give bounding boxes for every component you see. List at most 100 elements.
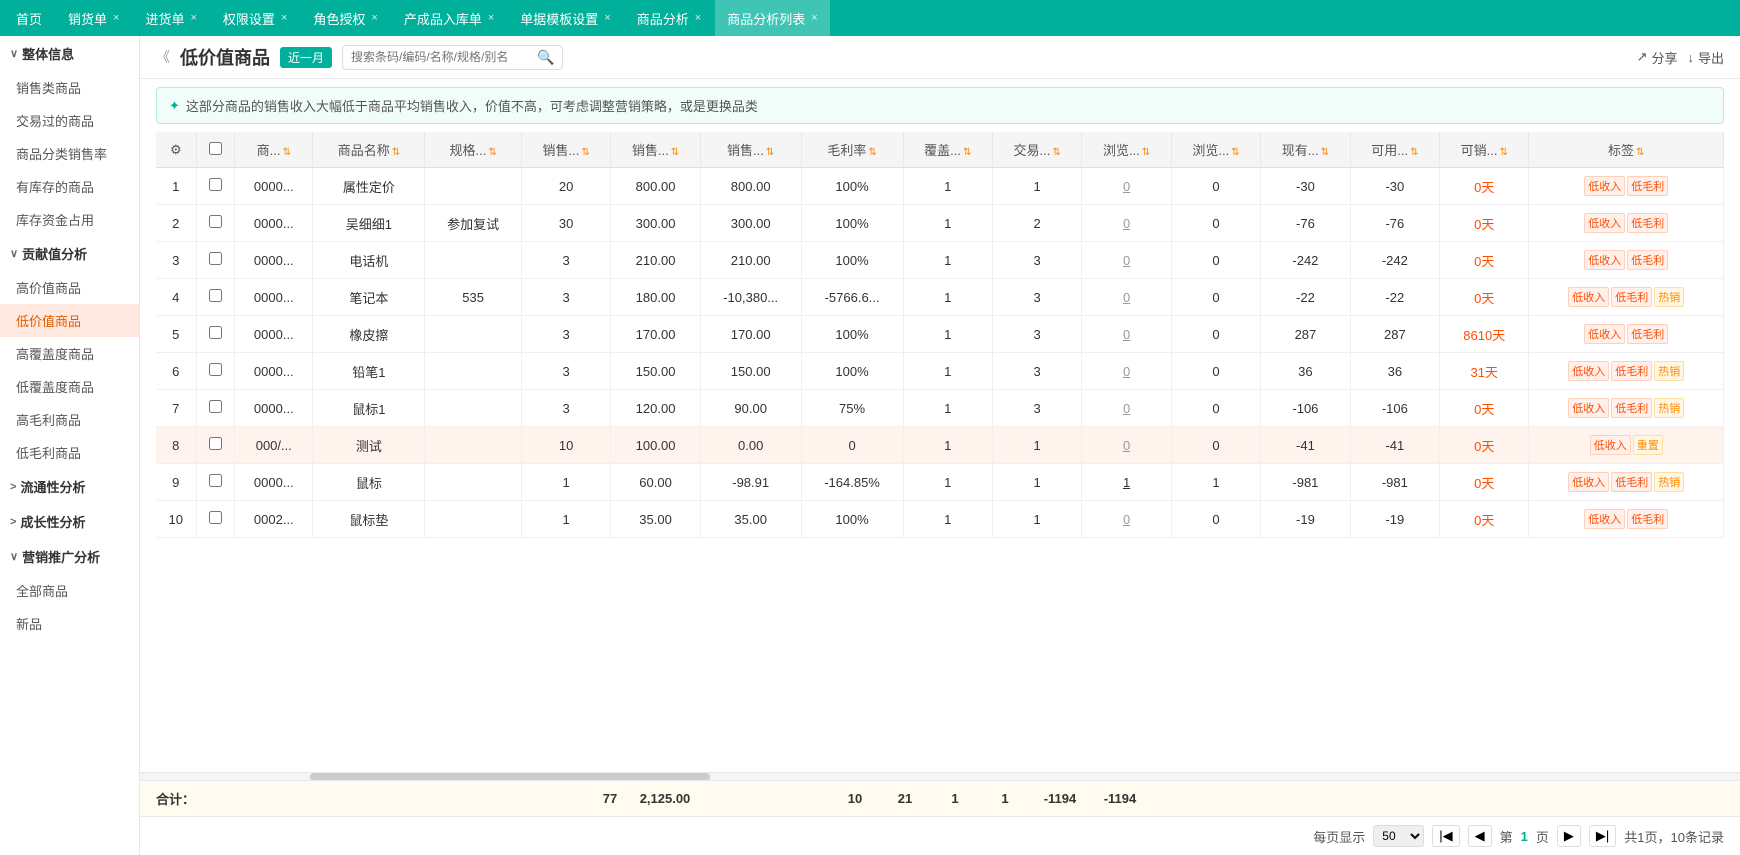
product-name: 电话机 (313, 242, 425, 279)
nav-item-首页[interactable]: 首页 (4, 0, 54, 36)
view-link[interactable]: 0 (1123, 216, 1130, 231)
nav-close-icon[interactable]: × (695, 12, 701, 24)
sidebar-item-商品分类销售率[interactable]: 商品分类销售率 (0, 137, 139, 170)
nav-close-icon[interactable]: × (811, 12, 817, 24)
sidebar-item-低价值商品[interactable]: 低价值商品 (0, 304, 139, 337)
search-input[interactable] (351, 50, 531, 64)
col-header-sellable[interactable]: 可销...⇅ (1440, 132, 1529, 168)
sellable-days: 0天 (1440, 205, 1529, 242)
nav-item-角色授权[interactable]: 角色授权× (301, 0, 389, 36)
nav-item-产成品入库单[interactable]: 产成品入库单× (392, 0, 506, 36)
sidebar-item-交易过的商品[interactable]: 交易过的商品 (0, 104, 139, 137)
settings-icon[interactable]: ⚙ (170, 142, 182, 157)
col-header-sale1[interactable]: 销售...⇅ (521, 132, 610, 168)
trade-count: 3 (992, 353, 1081, 390)
col-header-current[interactable]: 现有...⇅ (1261, 132, 1350, 168)
view-link[interactable]: 0 (1123, 512, 1130, 527)
sellable-days: 0天 (1440, 427, 1529, 464)
col-header-gross[interactable]: 毛利率⇅ (801, 132, 903, 168)
col-header-sale2[interactable]: 销售...⇅ (611, 132, 700, 168)
row-checkbox (196, 168, 235, 205)
view-link[interactable]: 1 (1123, 475, 1130, 490)
export-button[interactable]: ↓ 导出 (1687, 48, 1724, 67)
view-count2: 0 (1171, 279, 1260, 316)
next-page-button[interactable]: ▶ (1557, 825, 1581, 847)
nav-close-icon[interactable]: × (488, 12, 494, 24)
share-button[interactable]: ↗ 分享 (1637, 48, 1678, 67)
sidebar-item-新品[interactable]: 新品 (0, 607, 139, 640)
view-link[interactable]: 0 (1123, 438, 1130, 453)
row-checkbox-input[interactable] (209, 400, 222, 413)
view-link[interactable]: 0 (1123, 179, 1130, 194)
avail-stock: 36 (1350, 353, 1439, 390)
nav-close-icon[interactable]: × (371, 12, 377, 24)
row-checkbox-input[interactable] (209, 178, 222, 191)
search-icon[interactable]: 🔍 (537, 49, 554, 66)
col-header-avail[interactable]: 可用...⇅ (1350, 132, 1439, 168)
view-count1: 1 (1082, 464, 1171, 501)
view-link[interactable]: 0 (1123, 290, 1130, 305)
view-link[interactable]: 0 (1123, 327, 1130, 342)
col-header-spec[interactable]: 规格...⇅ (425, 132, 522, 168)
sidebar-group-整体信息[interactable]: ∨整体信息 (0, 36, 139, 71)
sidebar-item-低覆盖度商品[interactable]: 低覆盖度商品 (0, 370, 139, 403)
view-link[interactable]: 0 (1123, 253, 1130, 268)
last-page-button[interactable]: ▶| (1589, 825, 1616, 847)
sale-gross-amount: 210.00 (700, 242, 801, 279)
first-page-button[interactable]: |◀ (1432, 825, 1459, 847)
sort-icon: ⇅ (392, 147, 400, 158)
col-header-tags[interactable]: 标签⇅ (1529, 132, 1724, 168)
row-checkbox-input[interactable] (209, 252, 222, 265)
col-header-view1[interactable]: 浏览...⇅ (1082, 132, 1171, 168)
sidebar-item-全部商品[interactable]: 全部商品 (0, 574, 139, 607)
nav-close-icon[interactable]: × (281, 12, 287, 24)
col-header-cover[interactable]: 覆盖...⇅ (903, 132, 992, 168)
select-all-checkbox[interactable] (209, 142, 222, 155)
sidebar-item-库存资金占用[interactable]: 库存资金占用 (0, 203, 139, 236)
collapse-button[interactable]: 《 (156, 47, 170, 67)
row-checkbox-input[interactable] (209, 363, 222, 376)
col-header-trade[interactable]: 交易...⇅ (992, 132, 1081, 168)
nav-item-单据模板设置[interactable]: 单据模板设置× (508, 0, 622, 36)
nav-close-icon[interactable]: × (113, 12, 119, 24)
sidebar-item-高价值商品[interactable]: 高价值商品 (0, 271, 139, 304)
row-checkbox-input[interactable] (209, 511, 222, 524)
sidebar-group-成长性分析[interactable]: >成长性分析 (0, 504, 139, 539)
nav-item-销货单[interactable]: 销货单× (56, 0, 131, 36)
sidebar-group-贡献值分析[interactable]: ∨贡献值分析 (0, 236, 139, 271)
nav-close-icon[interactable]: × (190, 12, 196, 24)
horizontal-scrollbar[interactable] (140, 772, 1740, 780)
nav-item-商品分析[interactable]: 商品分析× (625, 0, 713, 36)
row-checkbox-input[interactable] (209, 215, 222, 228)
view-link[interactable]: 0 (1123, 364, 1130, 379)
cover-count: 1 (903, 279, 992, 316)
view-link[interactable]: 0 (1123, 401, 1130, 416)
nav-item-权限设置[interactable]: 权限设置× (211, 0, 299, 36)
sidebar-item-销售类商品[interactable]: 销售类商品 (0, 71, 139, 104)
col-header-sale3[interactable]: 销售...⇅ (700, 132, 801, 168)
footer-cell (540, 791, 590, 806)
col-header-name[interactable]: 商品名称⇅ (313, 132, 425, 168)
prev-page-button[interactable]: ◀ (1468, 825, 1492, 847)
row-checkbox-input[interactable] (209, 474, 222, 487)
nav-close-icon[interactable]: × (604, 12, 610, 24)
row-checkbox-input[interactable] (209, 437, 222, 450)
row-checkbox-input[interactable] (209, 289, 222, 302)
sale-amount: 180.00 (611, 279, 700, 316)
sidebar-item-高覆盖度商品[interactable]: 高覆盖度商品 (0, 337, 139, 370)
product-code: 0000... (235, 353, 313, 390)
row-checkbox-input[interactable] (209, 326, 222, 339)
page-size-select[interactable]: 50 100 (1373, 825, 1424, 847)
nav-item-商品分析列表[interactable]: 商品分析列表× (715, 0, 829, 36)
product-name: 鼠标垫 (313, 501, 425, 538)
nav-item-进货单[interactable]: 进货单× (133, 0, 208, 36)
sidebar-group-营销推广分析[interactable]: ∨营销推广分析 (0, 539, 139, 574)
sidebar-item-高毛利商品[interactable]: 高毛利商品 (0, 403, 139, 436)
sidebar-group-流通性分析[interactable]: >流通性分析 (0, 469, 139, 504)
filter-tag[interactable]: 近一月 (280, 47, 332, 68)
row-number: 10 (156, 501, 196, 538)
col-header-code[interactable]: 商...⇅ (235, 132, 313, 168)
sidebar-item-有库存的商品[interactable]: 有库存的商品 (0, 170, 139, 203)
sidebar-item-低毛利商品[interactable]: 低毛利商品 (0, 436, 139, 469)
col-header-view2[interactable]: 浏览...⇅ (1171, 132, 1260, 168)
